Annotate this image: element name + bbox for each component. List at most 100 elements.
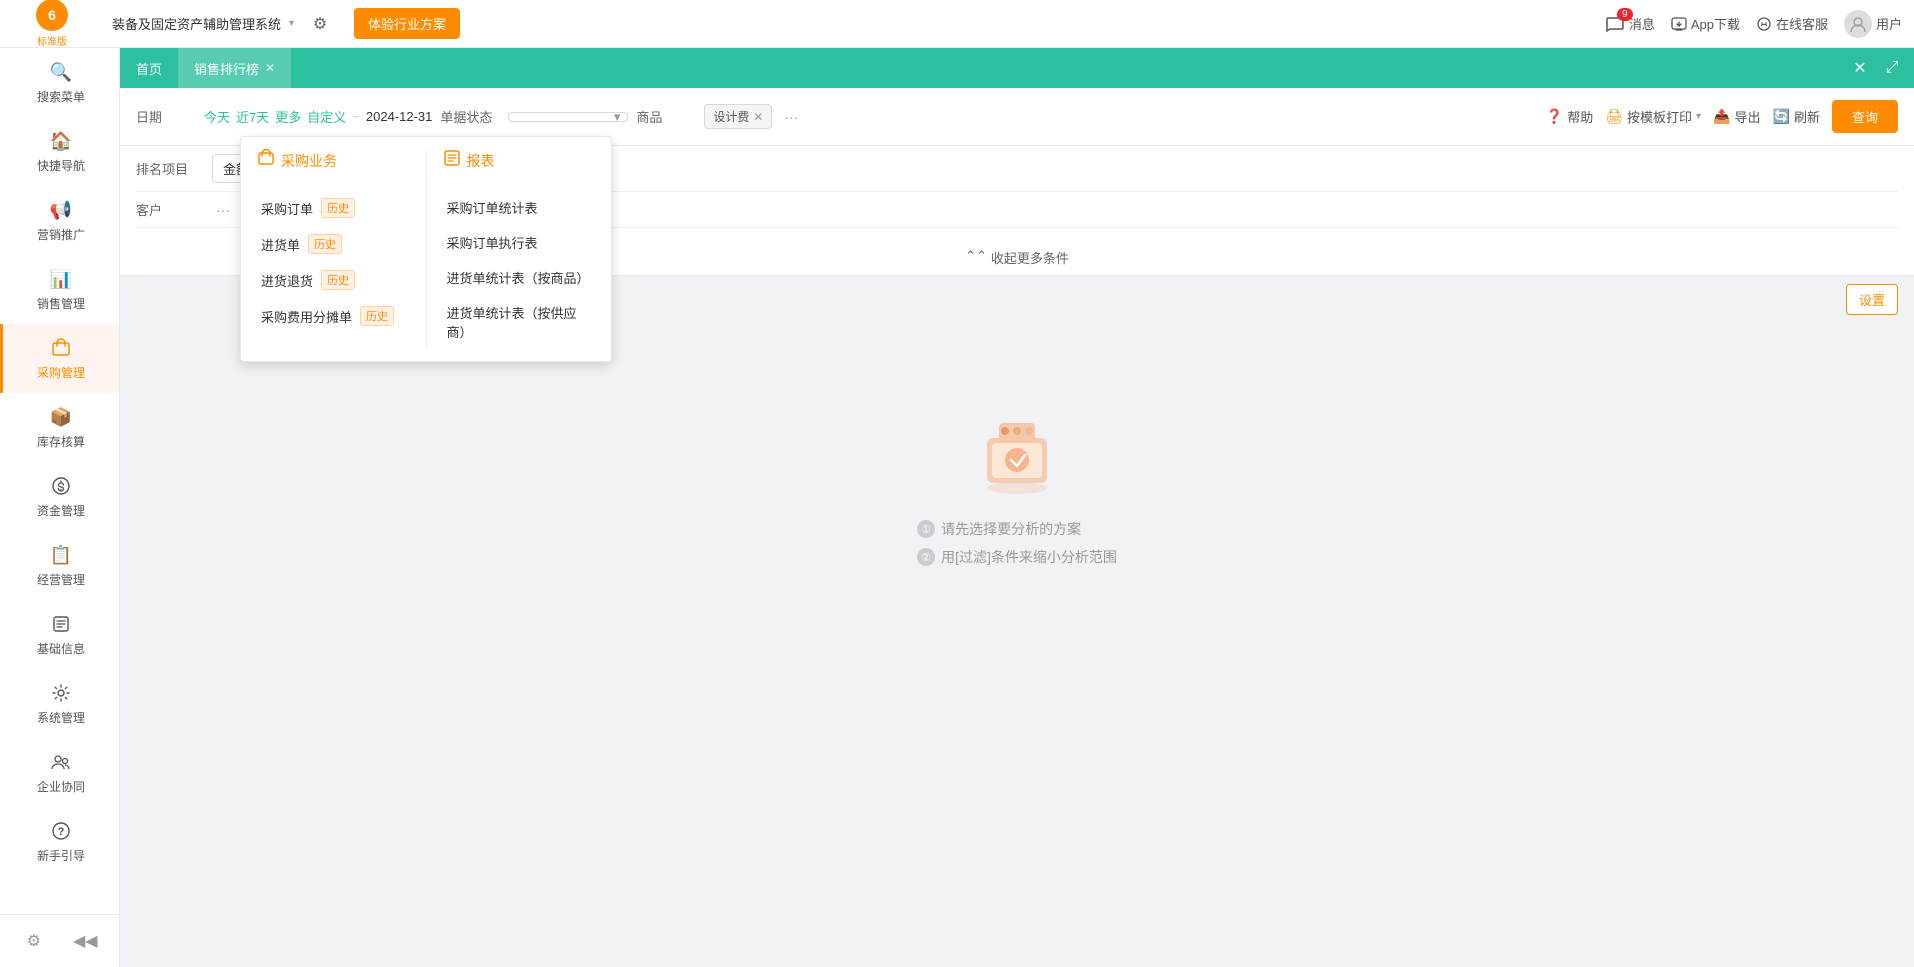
tab-bar: 首页 销售排行榜 ✕ ✕ ⤢: [120, 48, 1914, 88]
user-btn[interactable]: 用户: [1844, 10, 1902, 38]
help-icon: ❓: [1546, 108, 1563, 125]
goods-filter-dots[interactable]: ···: [784, 109, 798, 125]
dropdown-item-purchase-order-exec[interactable]: 采购订单执行表: [443, 225, 596, 260]
goods-tag-close[interactable]: ✕: [753, 110, 763, 124]
logo-icon: 6: [36, 0, 68, 31]
inventory-icon: 📦: [49, 405, 73, 429]
customer-label: 客户: [136, 200, 196, 219]
date-today[interactable]: 今天: [204, 107, 230, 126]
report-col: 报表 采购订单统计表 采购订单执行表 进货单统计表（按商品） 进货单统计表（按供…: [426, 149, 612, 349]
stock-return-label: 进货退货: [261, 271, 313, 290]
refresh-icon: 🔄: [1773, 108, 1790, 125]
dropdown-item-stock-stat-supplier[interactable]: 进货单统计表（按供应商）: [443, 295, 596, 349]
settings-icon[interactable]: ⚙: [306, 10, 334, 38]
stock-stat-goods-label: 进货单统计表（按商品）: [447, 268, 590, 287]
dropdown-item-stock-stat-goods[interactable]: 进货单统计表（按商品）: [443, 260, 596, 295]
sidebar-item-purchase[interactable]: 采购管理: [0, 324, 119, 393]
sales-icon: 📊: [49, 267, 73, 291]
report-col-icon: [443, 149, 461, 172]
refresh-btn[interactable]: 🔄 刷新: [1773, 107, 1820, 126]
voucher-status-label: 单据状态: [440, 107, 500, 126]
sidebar-item-operation[interactable]: 📋 经营管理: [0, 531, 119, 600]
app-download-label: App下载: [1691, 14, 1740, 33]
system-dropdown-arrow[interactable]: ▾: [289, 18, 294, 29]
tab-sales-rank[interactable]: 销售排行榜 ✕: [178, 48, 291, 88]
sidebar-item-guide[interactable]: ? 新手引导: [0, 807, 119, 876]
toolbar-right-actions: ❓ 帮助 🖨 按模板打印 ▾ 📤 导出 🔄 刷新: [1546, 100, 1898, 133]
dropdown-item-stock-return[interactable]: 进货退货 历史: [257, 262, 410, 298]
tab-close-icon[interactable]: ✕: [265, 61, 275, 75]
export-btn[interactable]: 📤 导出: [1713, 107, 1760, 126]
sidebar-item-finance[interactable]: 资金管理: [0, 462, 119, 531]
tip-num-2: ②: [917, 548, 935, 566]
dropdown-item-purchase-cost[interactable]: 采购费用分摊单 历史: [257, 298, 410, 334]
report-col-header: 报表: [443, 149, 596, 178]
sidebar-label-sales: 销售管理: [37, 295, 85, 312]
settings-row-btn[interactable]: 设置: [1846, 284, 1898, 315]
sidebar-settings-icon[interactable]: ⚙: [20, 927, 48, 955]
purchase-col-icon: [257, 149, 275, 172]
tab-home[interactable]: 首页: [120, 48, 178, 88]
help-label: 帮助: [1567, 107, 1593, 126]
user-label: 用户: [1876, 14, 1902, 33]
sidebar-collapse-icon[interactable]: ◀◀: [71, 927, 99, 955]
marketing-icon: 📢: [49, 198, 73, 222]
sidebar-item-basic[interactable]: 基础信息: [0, 600, 119, 669]
stock-in-history: 历史: [308, 234, 342, 254]
online-service-label: 在线客服: [1776, 14, 1828, 33]
purchase-order-stat-label: 采购订单统计表: [447, 198, 538, 217]
sidebar-item-search[interactable]: 🔍 搜索菜单: [0, 48, 119, 117]
enterprise-icon: [49, 750, 73, 774]
voucher-status-select[interactable]: ▾: [508, 112, 628, 122]
purchase-order-history: 历史: [321, 198, 355, 218]
tab-bar-right: ✕ ⤢: [1846, 54, 1914, 82]
home-icon: 🏠: [49, 129, 73, 153]
stock-return-history: 历史: [321, 270, 355, 290]
dropdown-item-purchase-order[interactable]: 采购订单 历史: [257, 190, 410, 226]
purchase-col: 采购业务 采购订单 历史 进货单 历史 进货退货 历史 采购费用分摊单 历史: [241, 149, 426, 349]
app-download-btn[interactable]: App下载: [1671, 14, 1740, 33]
sidebar-item-marketing[interactable]: 📢 营销推广: [0, 186, 119, 255]
sidebar-item-system[interactable]: 系统管理: [0, 669, 119, 738]
purchase-col-title: 采购业务: [281, 151, 337, 171]
sidebar-label-quick: 快捷导航: [37, 157, 85, 174]
query-btn[interactable]: 查询: [1832, 100, 1898, 133]
print-dropdown[interactable]: ▾: [1696, 111, 1701, 122]
sidebar-label-purchase: 采购管理: [37, 364, 85, 381]
online-service-btn[interactable]: 在线客服: [1756, 14, 1828, 33]
purchase-icon: [49, 336, 73, 360]
sidebar-item-sales[interactable]: 📊 销售管理: [0, 255, 119, 324]
collapse-label: 收起更多条件: [991, 248, 1069, 267]
dropdown-item-stock-in[interactable]: 进货单 历史: [257, 226, 410, 262]
date-custom[interactable]: 自定义: [307, 107, 346, 126]
date-7days[interactable]: 近7天: [236, 107, 269, 126]
rank-label: 排名项目: [136, 159, 196, 178]
tab-sales-rank-label: 销售排行榜: [194, 59, 259, 78]
system-title: 装备及固定资产辅助管理系统: [112, 14, 281, 33]
help-btn[interactable]: ❓ 帮助: [1546, 107, 1593, 126]
operation-icon: 📋: [49, 543, 73, 567]
message-btn[interactable]: 9 消息: [1605, 14, 1655, 34]
top-bar: 6 标准版 装备及固定资产辅助管理系统 ▾ ⚙ 体验行业方案 9 消息 App下…: [0, 0, 1914, 48]
print-btn[interactable]: 🖨 按模板打印 ▾: [1605, 107, 1701, 126]
sidebar-label-enterprise: 企业协同: [37, 778, 85, 795]
tip-text-2: 用[过滤]条件来缩小分析范围: [941, 547, 1117, 567]
customer-dots[interactable]: ···: [216, 202, 230, 218]
empty-tip-1: ① 请先选择要分析的方案: [917, 519, 1117, 539]
sidebar-label-marketing: 营销推广: [37, 226, 85, 243]
system-icon: [49, 681, 73, 705]
industry-btn[interactable]: 体验行业方案: [354, 8, 460, 39]
dropdown-item-purchase-order-stat[interactable]: 采购订单统计表: [443, 190, 596, 225]
sidebar-item-inventory[interactable]: 📦 库存核算: [0, 393, 119, 462]
tab-close-all-icon[interactable]: ✕: [1846, 54, 1874, 82]
tab-maximize-icon[interactable]: ⤢: [1878, 54, 1906, 82]
date-more[interactable]: 更多: [275, 107, 301, 126]
message-badge: 9: [1617, 8, 1633, 21]
sidebar-label-guide: 新手引导: [37, 847, 85, 864]
tip-num-1: ①: [917, 520, 935, 538]
sidebar-item-enterprise[interactable]: 企业协同: [0, 738, 119, 807]
sidebar-item-quick[interactable]: 🏠 快捷导航: [0, 117, 119, 186]
goods-filter-tag: 设计费 ✕: [704, 104, 772, 129]
guide-icon: ?: [49, 819, 73, 843]
svg-text:6: 6: [48, 7, 56, 23]
